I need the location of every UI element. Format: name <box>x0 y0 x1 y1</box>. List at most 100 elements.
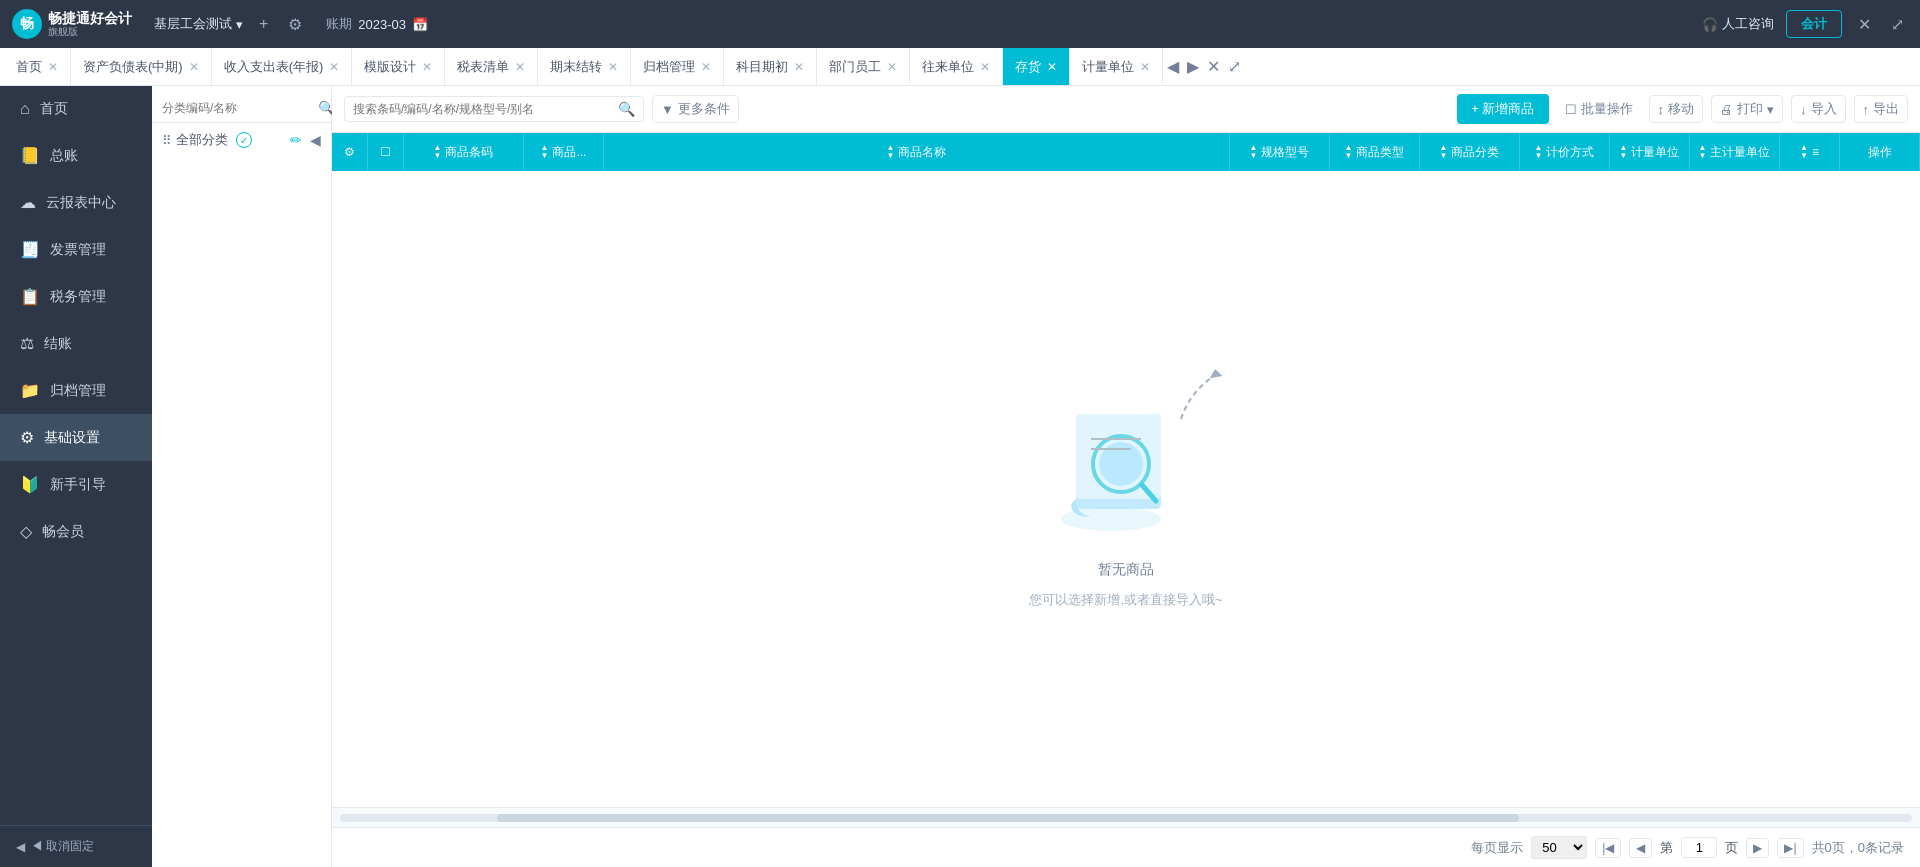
tab-archive[interactable]: 归档管理 ✕ <box>631 48 724 86</box>
sort-arrows: ▲▼ <box>1250 144 1258 160</box>
first-page-button[interactable]: |◀ <box>1595 838 1621 858</box>
product-search-input[interactable] <box>353 102 612 116</box>
tab-close-icon[interactable]: ✕ <box>980 60 990 74</box>
tab-taxlist[interactable]: 税表清单 ✕ <box>445 48 538 86</box>
th-type[interactable]: ▲▼ 商品类型 <box>1330 133 1420 171</box>
sidebar-item-archive[interactable]: 📁 归档管理 <box>0 367 152 414</box>
period-info: 账期 2023-03 📅 <box>326 15 428 33</box>
tab-income[interactable]: 收入支出表(年报) ✕ <box>212 48 353 86</box>
total-records: 共0页，0条记录 <box>1812 839 1904 857</box>
settings-button[interactable]: ⚙ <box>284 11 306 38</box>
service-button[interactable]: 🎧 人工咨询 <box>1702 15 1774 33</box>
settings-icon: ⚙ <box>20 428 34 447</box>
add-tab-button[interactable]: + <box>255 11 272 37</box>
sidebar-item-member[interactable]: ◇ 畅会员 <box>0 508 152 555</box>
th-category[interactable]: ▲▼ 商品分类 <box>1420 133 1520 171</box>
th-code[interactable]: ▲▼ 商品... <box>524 133 604 171</box>
tab-subject-init[interactable]: 科目期初 ✕ <box>724 48 817 86</box>
th-spec[interactable]: ▲▼ 规格型号 <box>1230 133 1330 171</box>
print-button[interactable]: 🖨 打印 ▾ <box>1711 95 1783 123</box>
sort-arrows: ▲▼ <box>1345 144 1353 160</box>
sort-arrows: ▲▼ <box>434 144 442 160</box>
th-main-unit[interactable]: ▲▼ 主计量单位 <box>1690 133 1780 171</box>
calendar-icon[interactable]: 📅 <box>412 17 428 32</box>
move-button[interactable]: ↕ 移动 <box>1649 95 1704 123</box>
maximize-button[interactable]: ⤢ <box>1887 11 1908 38</box>
pin-label: ◀ 取消固定 <box>31 838 94 855</box>
tab-period-close[interactable]: 期末结转 ✕ <box>538 48 631 86</box>
sort-arrows: ▲▼ <box>1800 144 1808 160</box>
all-category-label: 全部分类 <box>176 131 228 149</box>
logo-icon: 畅 <box>12 9 42 39</box>
headset-icon: 🎧 <box>1702 17 1718 32</box>
all-category-item[interactable]: ⠿ 全部分类 ✓ ✏ ◀ <box>152 123 331 157</box>
sidebar-item-invoice[interactable]: 🧾 发票管理 <box>0 226 152 273</box>
tab-template[interactable]: 模版设计 ✕ <box>352 48 445 86</box>
page-input[interactable] <box>1681 837 1717 858</box>
close-window-button[interactable]: ✕ <box>1854 11 1875 38</box>
logo-text: 畅捷通好会计 旗舰版 <box>48 10 132 39</box>
tab-close-icon[interactable]: ✕ <box>329 60 339 74</box>
th-price-mode[interactable]: ▲▼ 计价方式 <box>1520 133 1610 171</box>
prev-page-button[interactable]: ◀ <box>1629 838 1652 858</box>
tab-close-all-button[interactable]: ✕ <box>1203 57 1224 76</box>
tab-expand-button[interactable]: ⤢ <box>1224 57 1245 76</box>
th-settings[interactable]: ⚙ <box>332 133 368 171</box>
product-search-icon[interactable]: 🔍 <box>618 101 635 117</box>
new-product-button[interactable]: + 新增商品 <box>1457 94 1548 124</box>
tab-partner[interactable]: 往来单位 ✕ <box>910 48 1003 86</box>
tab-home[interactable]: 首页 ✕ <box>4 48 71 86</box>
th-checkbox[interactable]: ☐ <box>368 133 404 171</box>
tab-close-icon[interactable]: ✕ <box>1140 60 1150 74</box>
horizontal-scrollbar[interactable] <box>332 807 1920 827</box>
sidebar-pin-toggle[interactable]: ◀ ◀ 取消固定 <box>0 825 152 867</box>
tab-close-icon[interactable]: ✕ <box>608 60 618 74</box>
sidebar-item-ledger[interactable]: 📒 总账 <box>0 132 152 179</box>
product-search-bar: 🔍 <box>344 96 644 122</box>
sidebar-item-reports[interactable]: ☁ 云报表中心 <box>0 179 152 226</box>
sidebar-item-home[interactable]: ⌂ 首页 <box>0 86 152 132</box>
th-unit[interactable]: ▲▼ 计量单位 <box>1610 133 1690 171</box>
tab-unit[interactable]: 计量单位 ✕ <box>1070 48 1163 86</box>
import-button[interactable]: ↓ 导入 <box>1791 95 1846 123</box>
member-icon: ◇ <box>20 522 32 541</box>
archive-icon: 📁 <box>20 381 40 400</box>
dashed-arrow-svg <box>1026 369 1226 549</box>
category-search-input[interactable] <box>162 101 312 115</box>
account-badge[interactable]: 会计 <box>1786 10 1842 38</box>
tab-close-icon[interactable]: ✕ <box>1047 60 1057 74</box>
category-check-icon: ✓ <box>236 132 252 148</box>
tab-nav-right[interactable]: ▶ <box>1183 57 1203 76</box>
export-button[interactable]: ↑ 导出 <box>1854 95 1909 123</box>
tab-nav-left[interactable]: ◀ <box>1163 57 1183 76</box>
filter-button[interactable]: ▼ 更多条件 <box>652 95 739 123</box>
next-page-button[interactable]: ▶ <box>1746 838 1769 858</box>
scroll-thumb[interactable] <box>497 814 1519 822</box>
tab-inventory[interactable]: 存货 ✕ <box>1003 48 1070 86</box>
tab-close-icon[interactable]: ✕ <box>794 60 804 74</box>
tab-close-icon[interactable]: ✕ <box>515 60 525 74</box>
sidebar-item-close[interactable]: ⚖ 结账 <box>0 320 152 367</box>
per-page-select[interactable]: 50 100 200 <box>1531 836 1587 859</box>
sidebar-label-invoice: 发票管理 <box>50 241 106 259</box>
tab-department[interactable]: 部门员工 ✕ <box>817 48 910 86</box>
sidebar-item-tax[interactable]: 📋 税务管理 <box>0 273 152 320</box>
last-page-button[interactable]: ▶| <box>1777 838 1803 858</box>
th-barcode[interactable]: ▲▼ 商品条码 <box>404 133 524 171</box>
tab-close-icon[interactable]: ✕ <box>48 60 58 74</box>
tab-balance-sheet[interactable]: 资产负债表(中期) ✕ <box>71 48 212 86</box>
tab-close-icon[interactable]: ✕ <box>701 60 711 74</box>
company-selector[interactable]: 基层工会测试 ▾ <box>154 15 243 33</box>
batch-button[interactable]: ☐ 批量操作 <box>1557 96 1641 122</box>
sidebar-item-settings[interactable]: ⚙ 基础设置 <box>0 414 152 461</box>
tab-close-icon[interactable]: ✕ <box>189 60 199 74</box>
sidebar-item-guide[interactable]: 🔰 新手引导 <box>0 461 152 508</box>
tab-close-icon[interactable]: ✕ <box>422 60 432 74</box>
edit-category-icon[interactable]: ✏ <box>290 132 302 148</box>
th-col3[interactable]: ▲▼ ≡ <box>1780 133 1840 171</box>
collapse-icon[interactable]: ◀ <box>310 132 321 148</box>
page-prefix-label: 第 <box>1660 839 1673 857</box>
app-subtitle: 旗舰版 <box>48 26 132 38</box>
tab-close-icon[interactable]: ✕ <box>887 60 897 74</box>
th-name[interactable]: ▲▼ 商品名称 <box>604 133 1230 171</box>
